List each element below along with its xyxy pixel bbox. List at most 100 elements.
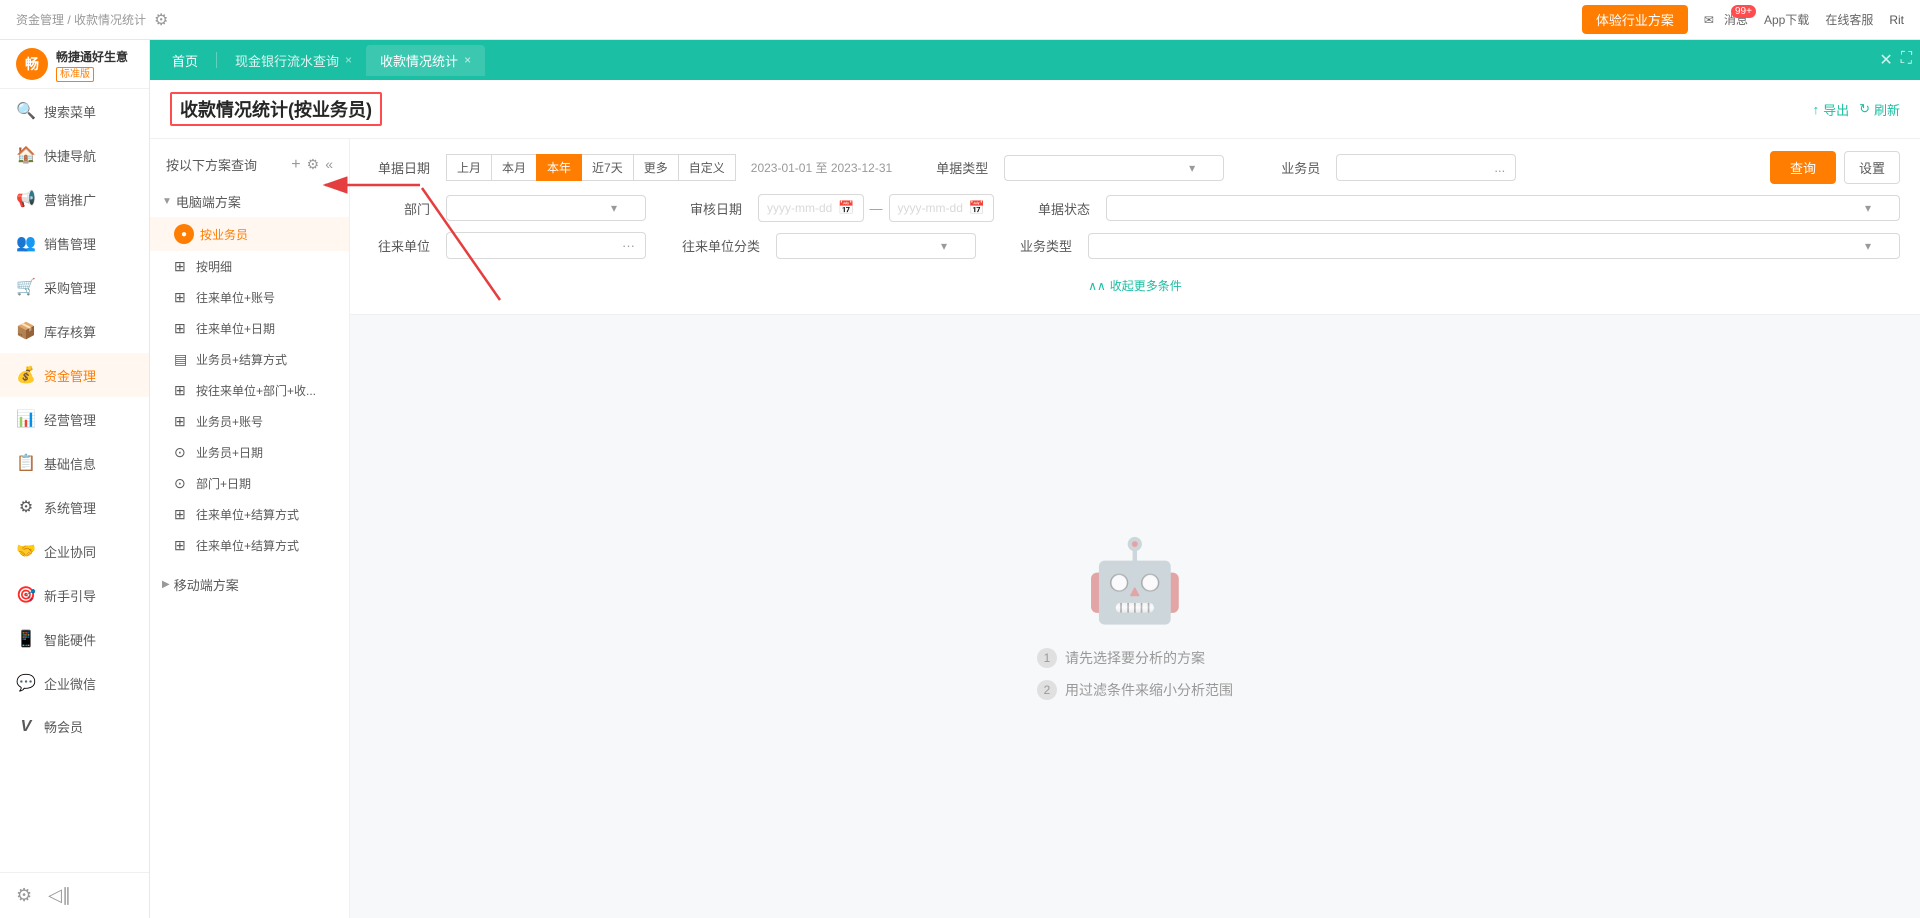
tab-cash-flow-label: 现金银行流水查询 — [235, 51, 339, 70]
trial-button[interactable]: 体验行业方案 — [1582, 5, 1688, 34]
export-button[interactable]: ↑ 导出 — [1813, 100, 1850, 119]
sidebar-item-system[interactable]: ⚙ 系统管理 — [0, 485, 149, 529]
panel-item-partner-dept[interactable]: ⊞ 按往来单位+部门+收... — [150, 375, 349, 406]
date-tab-this-year[interactable]: 本年 — [536, 154, 582, 181]
date-tab-last-month[interactable]: 上月 — [446, 154, 492, 181]
page-actions: ↑ 导出 ↻ 刷新 — [1813, 100, 1900, 119]
section-mobile-title[interactable]: ▶ 移动端方案 — [150, 569, 349, 600]
date-tab-more[interactable]: 更多 — [633, 154, 679, 181]
notification-area[interactable]: ✉ 99+ 消息 — [1704, 11, 1748, 28]
user-name[interactable]: Rit — [1889, 13, 1904, 27]
sidebar-item-marketing[interactable]: 📢 营销推广 — [0, 177, 149, 221]
sidebar-item-weixin[interactable]: 💬 企业微信 — [0, 661, 149, 705]
sidebar-item-guide[interactable]: 🎯 新手引导 — [0, 573, 149, 617]
top-bar-left: 资金管理 / 收款情况统计 ⚙ — [16, 10, 168, 30]
sidebar-label-inventory: 库存核算 — [44, 322, 96, 341]
sidebar-item-hardware[interactable]: 📱 智能硬件 — [0, 617, 149, 661]
sidebar-item-purchase[interactable]: 🛒 采购管理 — [0, 265, 149, 309]
panel-section-desktop: ▼ 电脑端方案 ● 按业务员 ⊞ 按明细 ⊞ 往来单位+账号 — [150, 182, 349, 565]
sidebar-item-inventory[interactable]: 📦 库存核算 — [0, 309, 149, 353]
review-from-calendar-icon[interactable]: 📅 — [838, 200, 854, 216]
dept-select[interactable]: ▾ — [446, 195, 646, 221]
member-icon: V — [16, 718, 36, 736]
app-download-link[interactable]: App下载 — [1764, 11, 1809, 28]
settings-button[interactable]: 设置 — [1844, 151, 1900, 184]
review-from-input[interactable]: yyyy-mm-dd 📅 — [758, 194, 864, 222]
sidebar-label-enterprise: 企业协同 — [44, 542, 96, 561]
panel-item-sales-payment[interactable]: ▤ 业务员+结算方式 — [150, 344, 349, 375]
category-select[interactable]: ▾ — [1004, 155, 1224, 181]
tab-collection-close[interactable]: × — [464, 53, 471, 67]
sidebar-item-finance[interactable]: 💰 资金管理 — [0, 353, 149, 397]
partner-input[interactable]: ··· — [446, 232, 646, 259]
sidebar-item-member[interactable]: V 畅会员 — [0, 705, 149, 748]
top-bar-right: 体验行业方案 ✉ 99+ 消息 App下载 在线客服 Rit — [1582, 5, 1904, 34]
sidebar-item-search-menu[interactable]: 🔍 搜索菜单 — [0, 89, 149, 133]
marketing-icon: 📢 — [16, 189, 36, 209]
review-to-input[interactable]: yyyy-mm-dd 📅 — [889, 194, 995, 222]
date-tab-7days[interactable]: 近7天 — [581, 154, 634, 181]
status-select[interactable]: ▾ — [1106, 195, 1900, 221]
online-service-link[interactable]: 在线客服 — [1825, 11, 1873, 28]
panel-header-icons: + ⚙ « — [291, 156, 333, 174]
tab-cash-flow[interactable]: 现金银行流水查询 × — [221, 45, 366, 76]
partner-more-dots[interactable]: ··· — [622, 238, 635, 253]
tab-bar: 首页 现金银行流水查询 × 收款情况统计 × ✕ ⛶ — [150, 40, 1920, 80]
panel-item-by-sales[interactable]: ● 按业务员 — [150, 217, 349, 251]
section-desktop-title[interactable]: ▼ 电脑端方案 — [150, 186, 349, 217]
sales-more-dots[interactable]: ... — [1494, 160, 1505, 175]
panel-item-by-detail[interactable]: ⊞ 按明细 — [150, 251, 349, 282]
sidebar-item-operation[interactable]: 📊 经营管理 — [0, 397, 149, 441]
business-type-select[interactable]: ▾ — [1088, 233, 1900, 259]
partner-payment1-icon: ⊞ — [174, 506, 190, 523]
tab-cash-flow-close[interactable]: × — [345, 53, 352, 67]
tab-home[interactable]: 首页 — [158, 45, 212, 76]
sidebar-label-base-info: 基础信息 — [44, 454, 96, 473]
date-tab-this-month[interactable]: 本月 — [491, 154, 537, 181]
guide-icon: 🎯 — [16, 585, 36, 605]
scheme-settings-icon[interactable]: ⚙ — [307, 156, 320, 174]
sidebar-item-base-info[interactable]: 📋 基础信息 — [0, 441, 149, 485]
status-chevron: ▾ — [1865, 201, 1871, 215]
panel-item-label-sales-payment: 业务员+结算方式 — [196, 351, 287, 368]
collapse-panel-icon[interactable]: « — [325, 156, 333, 174]
add-scheme-icon[interactable]: + — [291, 156, 300, 174]
panel-item-partner-payment1[interactable]: ⊞ 往来单位+结算方式 — [150, 499, 349, 530]
collapse-sidebar-icon[interactable]: ◁∥ — [48, 885, 71, 906]
panel-item-label-dept-date: 部门+日期 — [196, 475, 251, 492]
panel-item-partner-date[interactable]: ⊞ 往来单位+日期 — [150, 313, 349, 344]
panel-item-label-sales-account: 业务员+账号 — [196, 413, 263, 430]
partner-category-select[interactable]: ▾ — [776, 233, 976, 259]
sales-input[interactable]: ... — [1336, 154, 1516, 181]
gear-icon[interactable]: ⚙ — [154, 10, 168, 30]
settings-bottom-icon[interactable]: ⚙ — [16, 885, 32, 906]
panel-item-partner-account[interactable]: ⊞ 往来单位+账号 — [150, 282, 349, 313]
partner-account-icon: ⊞ — [174, 289, 190, 306]
main-layout: 畅 畅捷通好生意 标准版 🔍 搜索菜单 🏠 快捷导航 📢 营销推广 👥 销售管理… — [0, 0, 1920, 918]
logo-area: 畅 畅捷通好生意 标准版 — [0, 40, 149, 89]
panel-item-sales-account[interactable]: ⊞ 业务员+账号 — [150, 406, 349, 437]
sidebar-item-quick-nav[interactable]: 🏠 快捷导航 — [0, 133, 149, 177]
query-button[interactable]: 查询 — [1770, 151, 1836, 184]
review-date-group: yyyy-mm-dd 📅 — yyyy-mm-dd 📅 — [758, 194, 994, 222]
sidebar-item-enterprise[interactable]: 🤝 企业协同 — [0, 529, 149, 573]
filter-area: 单据日期 上月 本月 本年 近7天 更多 自定义 2023-01-01 至 20… — [350, 139, 1920, 315]
tab-expand-icon[interactable]: ⛶ — [1901, 50, 1912, 70]
date-tab-custom[interactable]: 自定义 — [678, 154, 736, 181]
review-to-calendar-icon[interactable]: 📅 — [969, 200, 985, 216]
logo-info: 畅捷通好生意 标准版 — [56, 48, 128, 80]
tab-close-all-icon[interactable]: ✕ — [1879, 50, 1892, 70]
sidebar-item-sales[interactable]: 👥 销售管理 — [0, 221, 149, 265]
refresh-button[interactable]: ↻ 刷新 — [1859, 100, 1900, 119]
sales-label: 业务员 — [1260, 158, 1320, 177]
tab-collection[interactable]: 收款情况统计 × — [366, 45, 485, 76]
panel-item-dept-date[interactable]: ⊙ 部门+日期 — [150, 468, 349, 499]
sidebar-label-operation: 经营管理 — [44, 410, 96, 429]
collapse-label: 收起更多条件 — [1110, 277, 1182, 294]
sidebar-label-finance: 资金管理 — [44, 366, 96, 385]
collapse-bar[interactable]: ∧∧ 收起更多条件 — [370, 269, 1900, 302]
panel-item-sales-date[interactable]: ⊙ 业务员+日期 — [150, 437, 349, 468]
panel-item-label-partner-account: 往来单位+账号 — [196, 289, 275, 306]
panel-item-partner-payment2[interactable]: ⊞ 往来单位+结算方式 — [150, 530, 349, 561]
export-icon: ↑ — [1813, 102, 1820, 117]
